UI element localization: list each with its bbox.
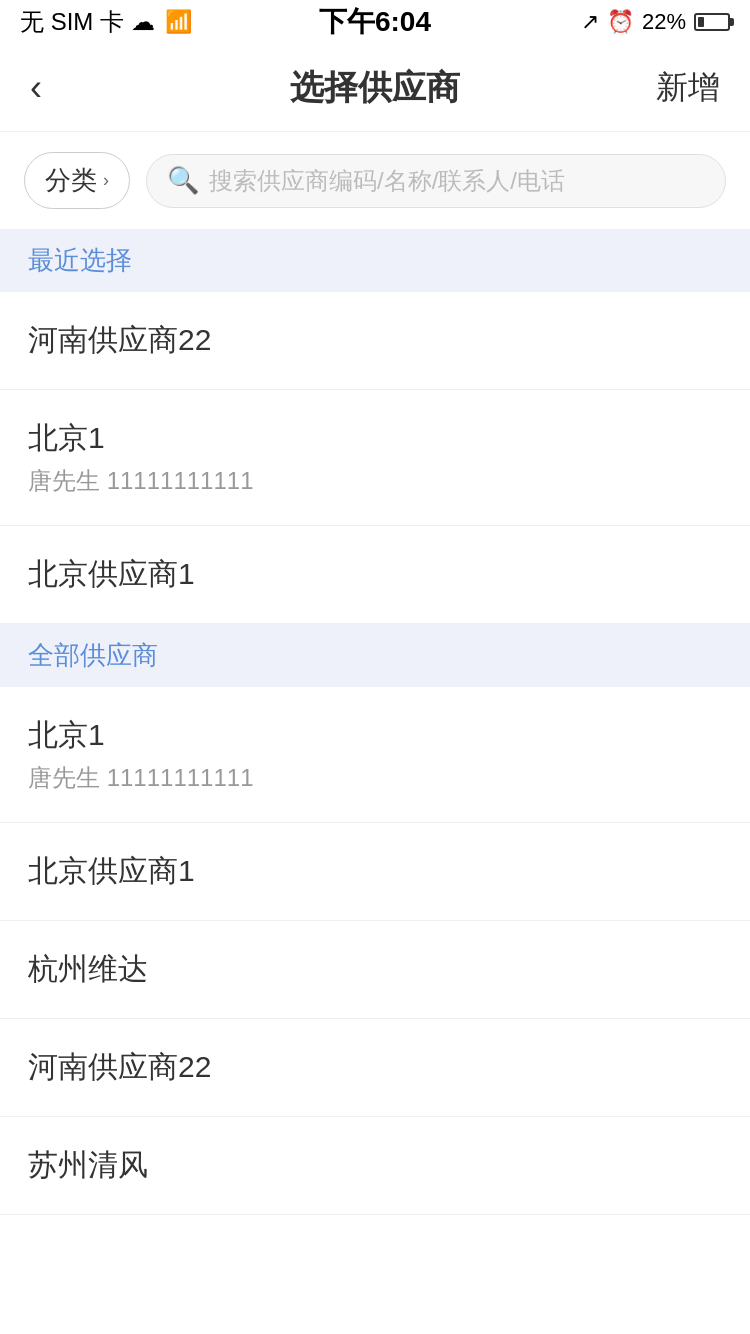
list-item-name: 北京供应商1 — [28, 554, 722, 595]
chevron-right-icon: › — [103, 170, 109, 191]
location-icon: ↗ — [581, 9, 599, 35]
list-item-name: 北京1 — [28, 418, 722, 459]
list-item[interactable]: 杭州维达 — [0, 921, 750, 1019]
add-button[interactable]: 新增 — [640, 66, 720, 110]
all-section-label: 全部供应商 — [28, 640, 158, 670]
battery-icon — [694, 13, 730, 31]
back-button[interactable]: ‹ — [30, 67, 110, 109]
recent-section-label: 最近选择 — [28, 245, 132, 275]
list-item-sub: 唐先生 11111111111 — [28, 762, 722, 794]
battery-percent: 22% — [642, 9, 686, 35]
list-item-name: 河南供应商22 — [28, 1047, 722, 1088]
status-time: 下午6:04 — [319, 3, 431, 41]
recent-section-header: 最近选择 — [0, 229, 750, 292]
list-item-name: 杭州维达 — [28, 949, 722, 990]
list-item[interactable]: 北京供应商1 — [0, 823, 750, 921]
wifi-icon: 📶 — [165, 9, 192, 35]
search-input-wrap[interactable]: 🔍 搜索供应商编码/名称/联系人/电话 — [146, 154, 726, 208]
list-item-name: 河南供应商22 — [28, 320, 722, 361]
alarm-icon: ⏰ — [607, 9, 634, 35]
list-item[interactable]: 北京供应商1 — [0, 526, 750, 624]
filter-bar: 分类 › 🔍 搜索供应商编码/名称/联系人/电话 — [0, 132, 750, 229]
category-button[interactable]: 分类 › — [24, 152, 130, 209]
list-item[interactable]: 苏州清风 — [0, 1117, 750, 1215]
list-item[interactable]: 北京1 唐先生 11111111111 — [0, 687, 750, 823]
nav-bar: ‹ 选择供应商 新增 — [0, 44, 750, 132]
list-item[interactable]: 河南供应商22 — [0, 292, 750, 390]
no-sim-label: 无 SIM 卡 ☁ — [20, 6, 155, 38]
list-item-name: 苏州清风 — [28, 1145, 722, 1186]
category-label: 分类 — [45, 163, 97, 198]
recent-list: 河南供应商22 北京1 唐先生 11111111111 北京供应商1 — [0, 292, 750, 624]
search-icon: 🔍 — [167, 165, 199, 196]
list-item[interactable]: 北京1 唐先生 11111111111 — [0, 390, 750, 526]
search-placeholder: 搜索供应商编码/名称/联系人/电话 — [209, 165, 565, 197]
list-item[interactable]: 河南供应商22 — [0, 1019, 750, 1117]
all-list: 北京1 唐先生 11111111111 北京供应商1 杭州维达河南供应商22 苏州清风 — [0, 687, 750, 1215]
list-item-name: 北京供应商1 — [28, 851, 722, 892]
list-item-sub: 唐先生 11111111111 — [28, 465, 722, 497]
all-section-header: 全部供应商 — [0, 624, 750, 687]
status-right: ↗ ⏰ 22% — [581, 9, 730, 35]
status-bar: 无 SIM 卡 ☁ 📶 下午6:04 ↗ ⏰ 22% — [0, 0, 750, 44]
status-left: 无 SIM 卡 ☁ 📶 — [20, 6, 192, 38]
list-item-name: 北京1 — [28, 715, 722, 756]
page-title: 选择供应商 — [290, 65, 460, 111]
